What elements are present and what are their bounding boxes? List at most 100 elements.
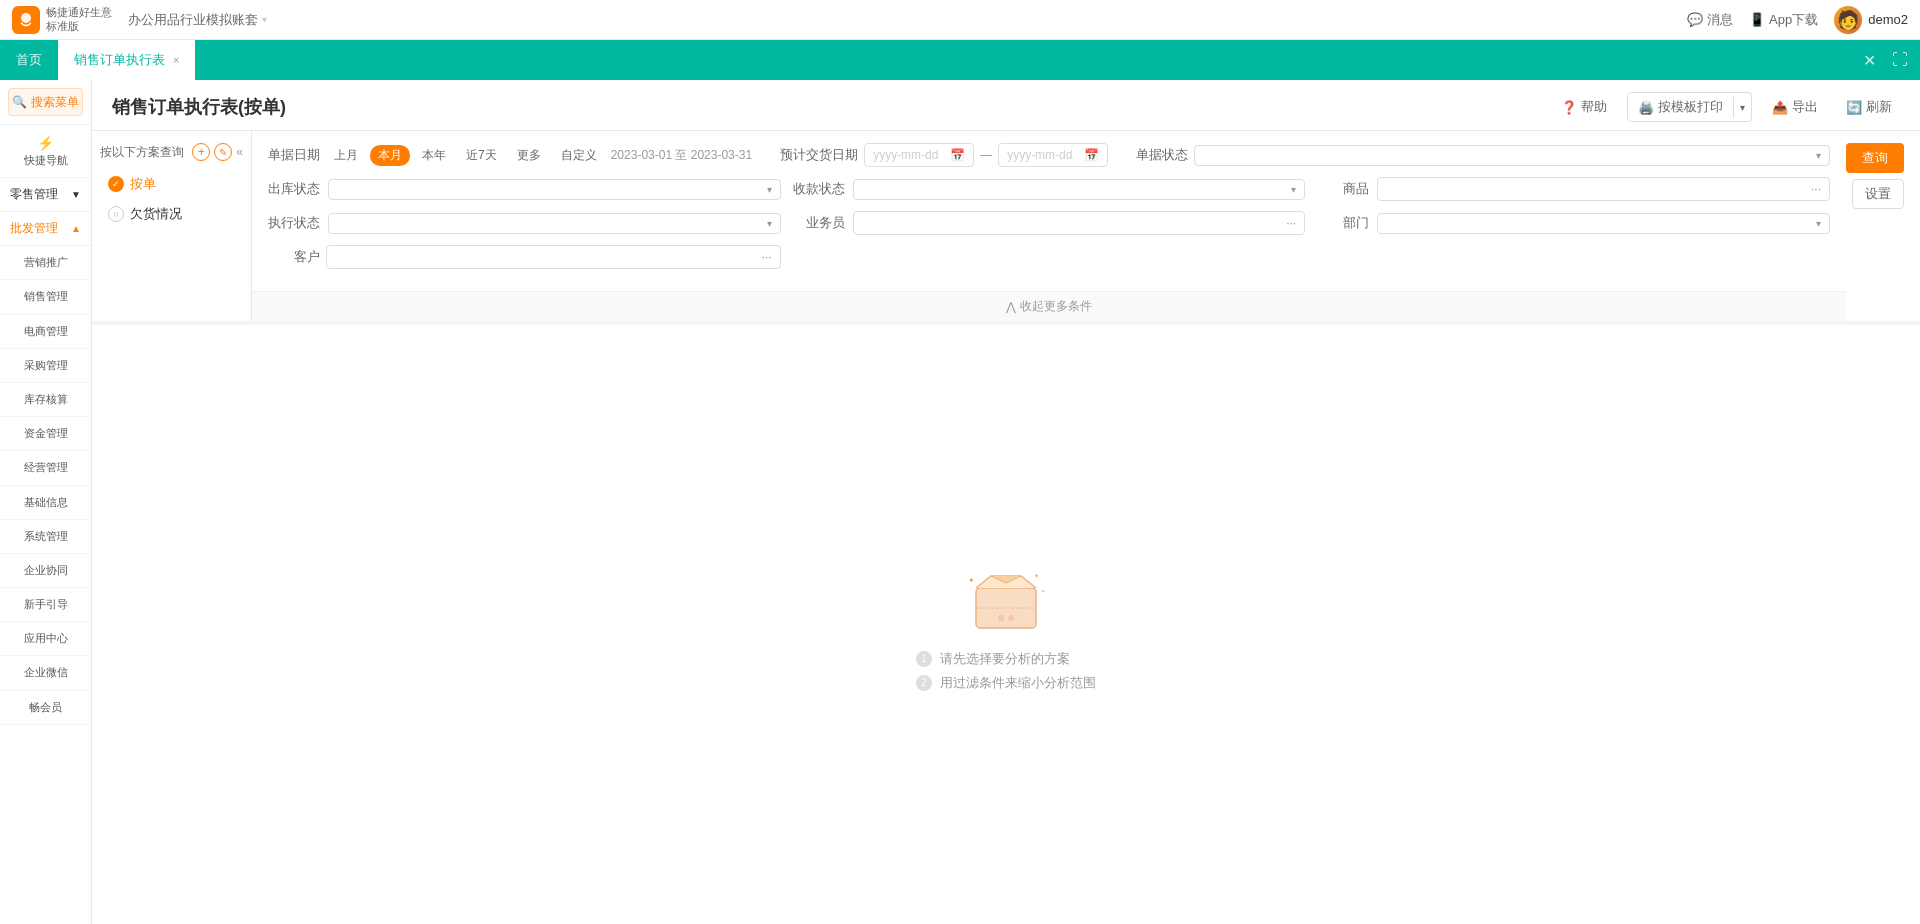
print-dropdown-arrow[interactable]: ▾	[1733, 97, 1751, 118]
settings-button[interactable]: 设置	[1852, 179, 1904, 209]
sidebar-item-system[interactable]: 系统管理	[0, 520, 91, 554]
empty-state: ✦ ✦ ✦ 1 请先选择要分析的方案	[876, 518, 1136, 732]
exec-status-label: 执行状态	[268, 214, 320, 232]
svg-text:✦: ✦	[1041, 588, 1045, 594]
top-header: 畅捷通好生意 标准版 办公用品行业模拟账套 ▾ 💬 消息 📱 App下载 🧑 d…	[0, 0, 1920, 40]
search-menu-button[interactable]: 🔍 搜索菜单	[8, 88, 83, 116]
salesperson-select-icon[interactable]: ···	[1286, 216, 1296, 230]
app-download-button[interactable]: 📱 App下载	[1749, 11, 1818, 29]
date-btn-this-year[interactable]: 本年	[414, 145, 454, 166]
logo-text: 畅捷通好生意 标准版	[46, 6, 112, 32]
sidebar-item-basic-info[interactable]: 基础信息	[0, 486, 91, 520]
search-button[interactable]: 查询	[1846, 143, 1904, 173]
message-button[interactable]: 💬 消息	[1687, 11, 1733, 29]
filter-row-1: 单据日期 上月 本月 本年 近7天 更多 自定义 2023-03-01 至 20…	[268, 143, 1830, 167]
customer-input[interactable]: ···	[326, 245, 781, 269]
sidebar-item-member[interactable]: 畅会员	[0, 691, 91, 725]
sidebar-section-retail: 零售管理 ▼	[0, 178, 91, 212]
scheme-panel-header: 按以下方案查询 + ✎ «	[100, 143, 243, 161]
user-avatar-button[interactable]: 🧑 demo2	[1834, 6, 1908, 34]
results-area: ✦ ✦ ✦ 1 请先选择要分析的方案	[92, 325, 1920, 924]
sidebar-item-marketing[interactable]: 营销推广	[0, 246, 91, 280]
date-quick-buttons: 上月 本月 本年 近7天 更多 自定义	[326, 145, 605, 166]
scheme-add-button[interactable]: +	[192, 143, 210, 161]
main-layout: 🔍 搜索菜单 ⚡ 快捷导航 零售管理 ▼ 批发管理 ▲ 营销推广 销售管理	[0, 80, 1920, 924]
sidebar-item-wechat[interactable]: 企业微信	[0, 656, 91, 690]
exec-status-select[interactable]: ▾	[328, 213, 781, 234]
collect-status-label: 收款状态	[793, 180, 845, 198]
tab-home[interactable]: 首页	[0, 40, 58, 80]
sidebar-search-area: 🔍 搜索菜单	[0, 80, 91, 125]
salesperson-label: 业务员	[793, 214, 845, 232]
exec-status-arrow-icon: ▾	[767, 218, 772, 229]
refresh-icon: 🔄	[1846, 100, 1862, 115]
date-btn-last-month[interactable]: 上月	[326, 145, 366, 166]
customer-select-icon[interactable]: ···	[762, 250, 772, 264]
scheme-item-shortage[interactable]: ○ 欠货情况	[100, 199, 243, 229]
date-btn-this-month[interactable]: 本月	[370, 145, 410, 166]
out-status-label: 出库状态	[268, 180, 320, 198]
scheme-active-icon: ✓	[108, 176, 124, 192]
help-button[interactable]: ❓ 帮助	[1553, 94, 1615, 120]
sidebar-item-newuser[interactable]: 新手引导	[0, 588, 91, 622]
filter-row-3: 执行状态 ▾ 业务员 ···	[268, 211, 1830, 235]
refresh-button[interactable]: 🔄 刷新	[1838, 94, 1900, 120]
print-icon: 🖨️	[1638, 100, 1654, 115]
tab-close-all-icon[interactable]: ✕	[1859, 47, 1880, 74]
tab-close-icon[interactable]: ×	[173, 54, 179, 66]
out-status-select[interactable]: ▾	[328, 179, 781, 200]
date-btn-7days[interactable]: 近7天	[458, 145, 505, 166]
scheme-collapse-button[interactable]: «	[236, 145, 243, 159]
goods-input[interactable]: ···	[1377, 177, 1830, 201]
date-btn-more[interactable]: 更多	[509, 145, 549, 166]
sidebar-item-ecommerce[interactable]: 电商管理	[0, 315, 91, 349]
predicted-date-label: 预计交货日期	[780, 146, 858, 164]
sidebar-item-inventory[interactable]: 库存核算	[0, 383, 91, 417]
sidebar-item-cooperation[interactable]: 企业协同	[0, 554, 91, 588]
out-status-group: 出库状态 ▾	[268, 179, 781, 200]
filter-form-wrapper: 单据日期 上月 本月 本年 近7天 更多 自定义 2023-03-01 至 20…	[252, 131, 1846, 321]
tab-sales-order-exec[interactable]: 销售订单执行表 ×	[58, 40, 195, 80]
scheme-edit-button[interactable]: ✎	[214, 143, 232, 161]
collect-status-select[interactable]: ▾	[853, 179, 1306, 200]
sidebar-item-operations[interactable]: 经营管理	[0, 451, 91, 485]
predicted-date-start-input[interactable]: yyyy-mm-dd 📅	[864, 143, 974, 167]
dept-group: 部门 ▾	[1317, 213, 1830, 234]
salesperson-group: 业务员 ···	[793, 211, 1306, 235]
collect-status-arrow-icon: ▾	[1291, 184, 1296, 195]
date-filter-group: 单据日期 上月 本月 本年 近7天 更多 自定义 2023-03-01 至 20…	[268, 145, 752, 166]
date-btn-custom[interactable]: 自定义	[553, 145, 605, 166]
sidebar: 🔍 搜索菜单 ⚡ 快捷导航 零售管理 ▼ 批发管理 ▲ 营销推广 销售管理	[0, 80, 92, 924]
sidebar-item-purchase[interactable]: 采购管理	[0, 349, 91, 383]
collapse-icon: ⋀	[1006, 300, 1016, 314]
goods-label: 商品	[1317, 180, 1369, 198]
filter-row-4: 客户 ···	[268, 245, 1830, 269]
exec-status-group: 执行状态 ▾	[268, 213, 781, 234]
scheme-item-by-order[interactable]: ✓ 按单	[100, 169, 243, 199]
salesperson-input[interactable]: ···	[853, 211, 1306, 235]
print-button[interactable]: 🖨️ 按模板打印	[1628, 93, 1733, 121]
logo-area: 畅捷通好生意 标准版	[12, 6, 112, 34]
sidebar-item-wholesale[interactable]: 批发管理 ▲	[0, 212, 91, 245]
tab-bar: 首页 销售订单执行表 × ✕ ⛶	[0, 40, 1920, 80]
sidebar-item-quick-nav[interactable]: ⚡ 快捷导航	[0, 125, 91, 178]
download-icon: 📱	[1749, 12, 1765, 27]
avatar: 🧑	[1834, 6, 1862, 34]
sidebar-item-retail[interactable]: 零售管理 ▼	[0, 178, 91, 211]
goods-select-icon[interactable]: ···	[1811, 182, 1821, 196]
status-select[interactable]: ▾	[1194, 145, 1830, 166]
predicted-date-end-input[interactable]: yyyy-mm-dd 📅	[998, 143, 1108, 167]
dept-select[interactable]: ▾	[1377, 213, 1830, 234]
svg-point-0	[21, 13, 31, 23]
status-select-arrow-icon: ▾	[1816, 150, 1821, 161]
tab-bar-actions: ✕ ⛶	[1859, 47, 1920, 74]
sidebar-item-finance[interactable]: 资金管理	[0, 417, 91, 451]
out-status-arrow-icon: ▾	[767, 184, 772, 195]
sidebar-item-sales[interactable]: 销售管理	[0, 280, 91, 314]
customer-group: 客户 ···	[268, 245, 781, 269]
svg-point-6	[998, 615, 1004, 621]
tab-fullscreen-icon[interactable]: ⛶	[1888, 47, 1912, 73]
sidebar-item-appcenter[interactable]: 应用中心	[0, 622, 91, 656]
export-button[interactable]: 📤 导出	[1764, 94, 1826, 120]
collapse-filters-button[interactable]: ⋀ 收起更多条件	[252, 291, 1846, 321]
